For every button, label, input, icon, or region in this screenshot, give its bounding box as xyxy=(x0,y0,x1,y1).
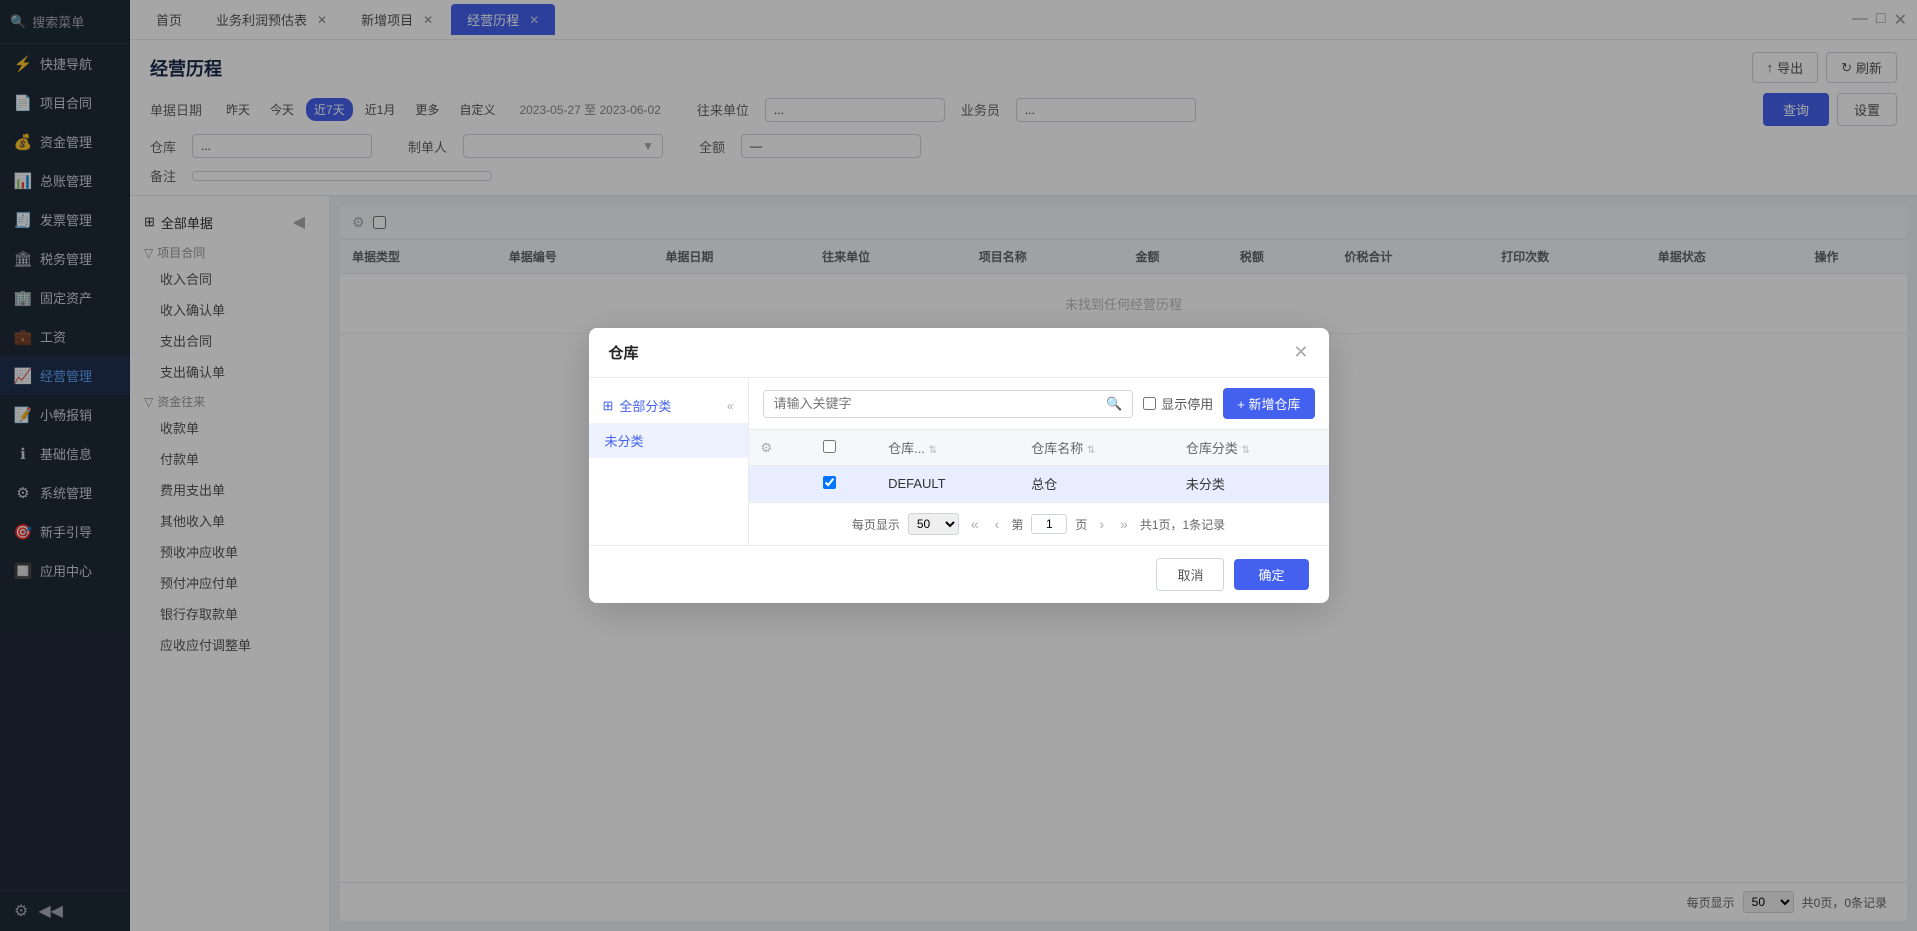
modal-page-input[interactable] xyxy=(1031,514,1067,534)
modal-col-category: 仓库分类 ⇅ xyxy=(1174,430,1329,466)
modal-main: 🔍 显示停用 + 新增仓库 ⚙ 仓库... ⇅仓库名称 ⇅仓库分类 ⇅ xyxy=(749,378,1329,545)
show-disabled-label[interactable]: 显示停用 xyxy=(1143,394,1213,413)
modal-next-page[interactable]: › xyxy=(1095,514,1108,534)
modal-title: 仓库 xyxy=(609,342,639,363)
modal-select-all[interactable] xyxy=(823,440,836,453)
modal-col-code: 仓库... ⇅ xyxy=(876,430,1019,466)
modal-total: 共1页，1条记录 xyxy=(1140,516,1225,533)
modal-table-wrapper: ⚙ 仓库... ⇅仓库名称 ⇅仓库分类 ⇅ DEFAULT 总仓 未分类 xyxy=(749,430,1329,502)
modal-search-icon: 🔍 xyxy=(1106,396,1122,412)
show-disabled-checkbox[interactable] xyxy=(1143,397,1156,410)
modal-search-input[interactable] xyxy=(774,396,1101,411)
modal-body: ⊞ 全部分类 « 未分类 🔍 显示停用 + 新增仓库 xyxy=(589,378,1329,545)
modal-page-prefix: 第 xyxy=(1011,516,1023,533)
modal-first-page[interactable]: « xyxy=(967,514,983,534)
modal-toolbar: 🔍 显示停用 + 新增仓库 xyxy=(749,378,1329,430)
modal-table: ⚙ 仓库... ⇅仓库名称 ⇅仓库分类 ⇅ DEFAULT 总仓 未分类 xyxy=(749,430,1329,502)
add-warehouse-button[interactable]: + 新增仓库 xyxy=(1223,388,1314,419)
warehouse-modal: 仓库 ✕ ⊞ 全部分类 « 未分类 🔍 xyxy=(589,328,1329,603)
cancel-button[interactable]: 取消 xyxy=(1156,558,1224,591)
modal-gear-icon[interactable]: ⚙ xyxy=(761,440,773,455)
modal-search-box[interactable]: 🔍 xyxy=(763,390,1134,418)
modal-overlay: 仓库 ✕ ⊞ 全部分类 « 未分类 🔍 xyxy=(0,0,1917,931)
modal-table-row[interactable]: DEFAULT 总仓 未分类 xyxy=(749,466,1329,502)
modal-per-page-label: 每页显示 xyxy=(852,516,900,533)
modal-footer: 取消 确定 xyxy=(589,545,1329,603)
modal-sidebar: ⊞ 全部分类 « 未分类 xyxy=(589,378,749,545)
confirm-button[interactable]: 确定 xyxy=(1234,559,1308,590)
modal-pagination: 每页显示 50 100 « ‹ 第 页 › » 共1页，1条记录 xyxy=(749,502,1329,545)
modal-last-page[interactable]: » xyxy=(1116,514,1132,534)
modal-col-name: 仓库名称 ⇅ xyxy=(1019,430,1174,466)
modal-page-suffix: 页 xyxy=(1075,516,1087,533)
modal-header: 仓库 ✕ xyxy=(589,328,1329,378)
modal-collapse-icon[interactable]: « xyxy=(727,399,734,413)
modal-prev-page[interactable]: ‹ xyxy=(991,514,1004,534)
modal-col-settings: ⚙ xyxy=(749,430,812,466)
modal-col-check xyxy=(811,430,876,466)
modal-close-btn[interactable]: ✕ xyxy=(1293,342,1308,363)
modal-per-page-select[interactable]: 50 100 xyxy=(908,513,959,535)
modal-sidebar-item-未分类[interactable]: 未分类 xyxy=(589,423,748,458)
row-checkbox-1[interactable] xyxy=(823,476,836,489)
modal-all-category[interactable]: ⊞ 全部分类 « xyxy=(589,388,748,423)
